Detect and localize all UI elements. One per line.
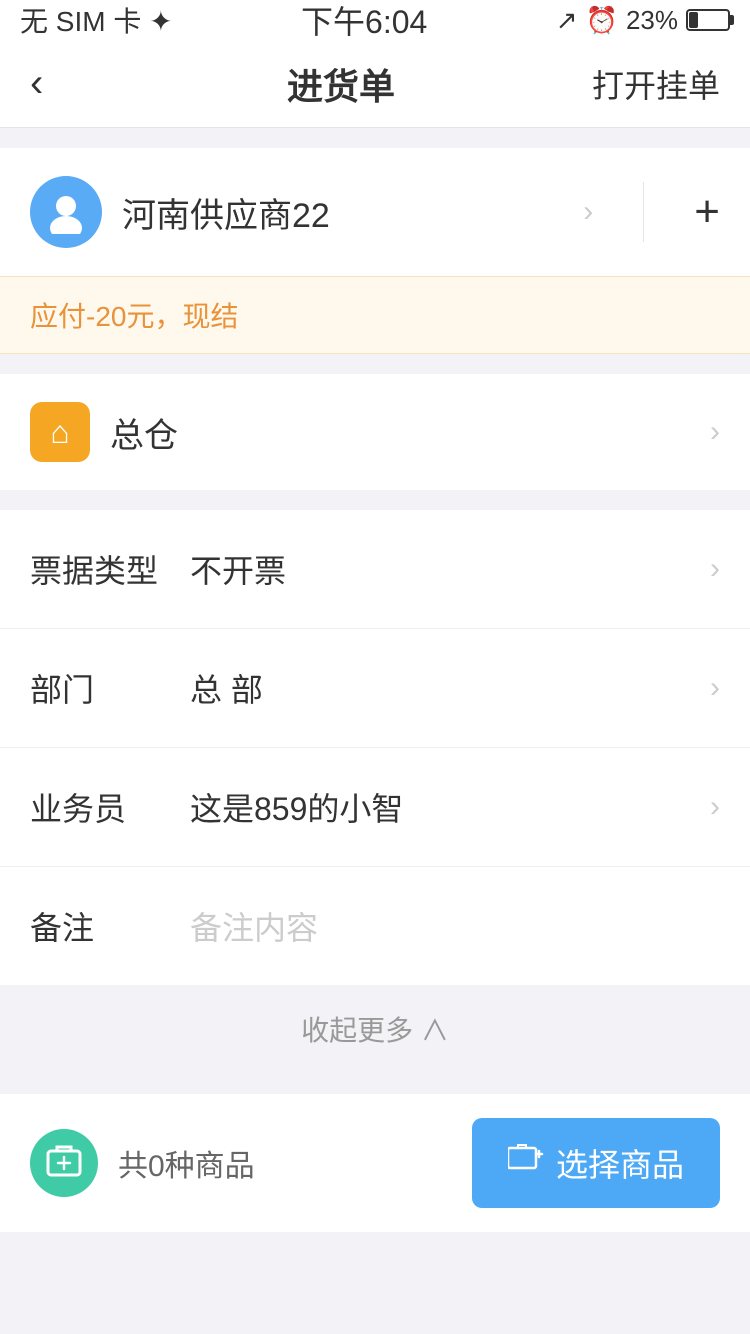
page-title: 进货单 [287,58,395,110]
sim-status: 无 SIM 卡 ✦ [20,0,173,40]
supplier-avatar [30,176,102,248]
section-gap-4 [0,1073,750,1093]
form-section: 票据类型 不开票 › 部门 总 部 › 业务员 这是859的小智 › 备注 备注… [0,510,750,985]
open-pending-button[interactable]: 打开挂单 [592,61,720,107]
battery-icon [686,9,730,31]
supplier-name: 河南供应商22 [122,188,583,237]
warehouse-section: ⌂ 总仓 › [0,374,750,490]
collapse-label: 收起更多 ∧ [301,1009,449,1049]
section-gap-1 [0,128,750,148]
products-icon [30,1129,98,1197]
invoice-row[interactable]: 票据类型 不开票 › [0,510,750,629]
dept-value: 总 部 [170,665,710,711]
cart-icon [44,1143,84,1183]
staff-row[interactable]: 业务员 这是859的小智 › [0,748,750,867]
products-bar: 共0种商品 选择商品 [0,1094,750,1232]
status-bar: 无 SIM 卡 ✦ 下午6:04 ↗ ⏰ 23% [0,0,750,40]
products-count: 共0种商品 [118,1141,472,1185]
status-left: 无 SIM 卡 ✦ [20,0,173,40]
warehouse-name: 总仓 [110,408,710,457]
collapse-row[interactable]: 收起更多 ∧ [0,985,750,1073]
status-right: ↗ ⏰ 23% [556,5,730,36]
signal-icon: ↗ [556,5,578,36]
notice-banner: 应付-20元，现结 [0,276,750,354]
supplier-row[interactable]: 河南供应商22 › + [0,148,750,276]
warehouse-chevron-icon: › [710,415,720,449]
staff-value: 这是859的小智 [170,784,710,830]
select-products-button[interactable]: 选择商品 [472,1118,720,1208]
battery-percent: 23% [626,5,678,36]
add-cart-icon [508,1144,544,1174]
status-time: 下午6:04 [301,0,427,43]
supplier-actions: › + [583,182,720,242]
person-icon [44,190,88,234]
dept-chevron-icon: › [710,671,720,705]
section-gap-3 [0,490,750,510]
add-supplier-button[interactable]: + [694,190,720,234]
vertical-divider [643,182,644,242]
home-icon: ⌂ [50,414,69,451]
dept-label: 部门 [30,665,170,711]
back-button[interactable]: ‹ [30,61,90,106]
select-products-label: 选择商品 [556,1140,684,1186]
staff-label: 业务员 [30,784,170,830]
remark-label: 备注 [30,903,170,949]
alarm-icon: ⏰ [586,5,618,36]
section-gap-2 [0,354,750,374]
warehouse-row[interactable]: ⌂ 总仓 › [0,374,750,490]
invoice-label: 票据类型 [30,546,170,592]
invoice-value: 不开票 [170,546,710,592]
invoice-chevron-icon: › [710,552,720,586]
warehouse-icon: ⌂ [30,402,90,462]
supplier-section: 河南供应商22 › + 应付-20元，现结 [0,148,750,354]
remark-input[interactable]: 备注内容 [170,903,720,949]
select-cart-icon [508,1144,544,1182]
remark-row[interactable]: 备注 备注内容 [0,867,750,985]
dept-row[interactable]: 部门 总 部 › [0,629,750,748]
supplier-chevron-icon: › [583,195,593,229]
staff-chevron-icon: › [710,790,720,824]
nav-bar: ‹ 进货单 打开挂单 [0,40,750,128]
